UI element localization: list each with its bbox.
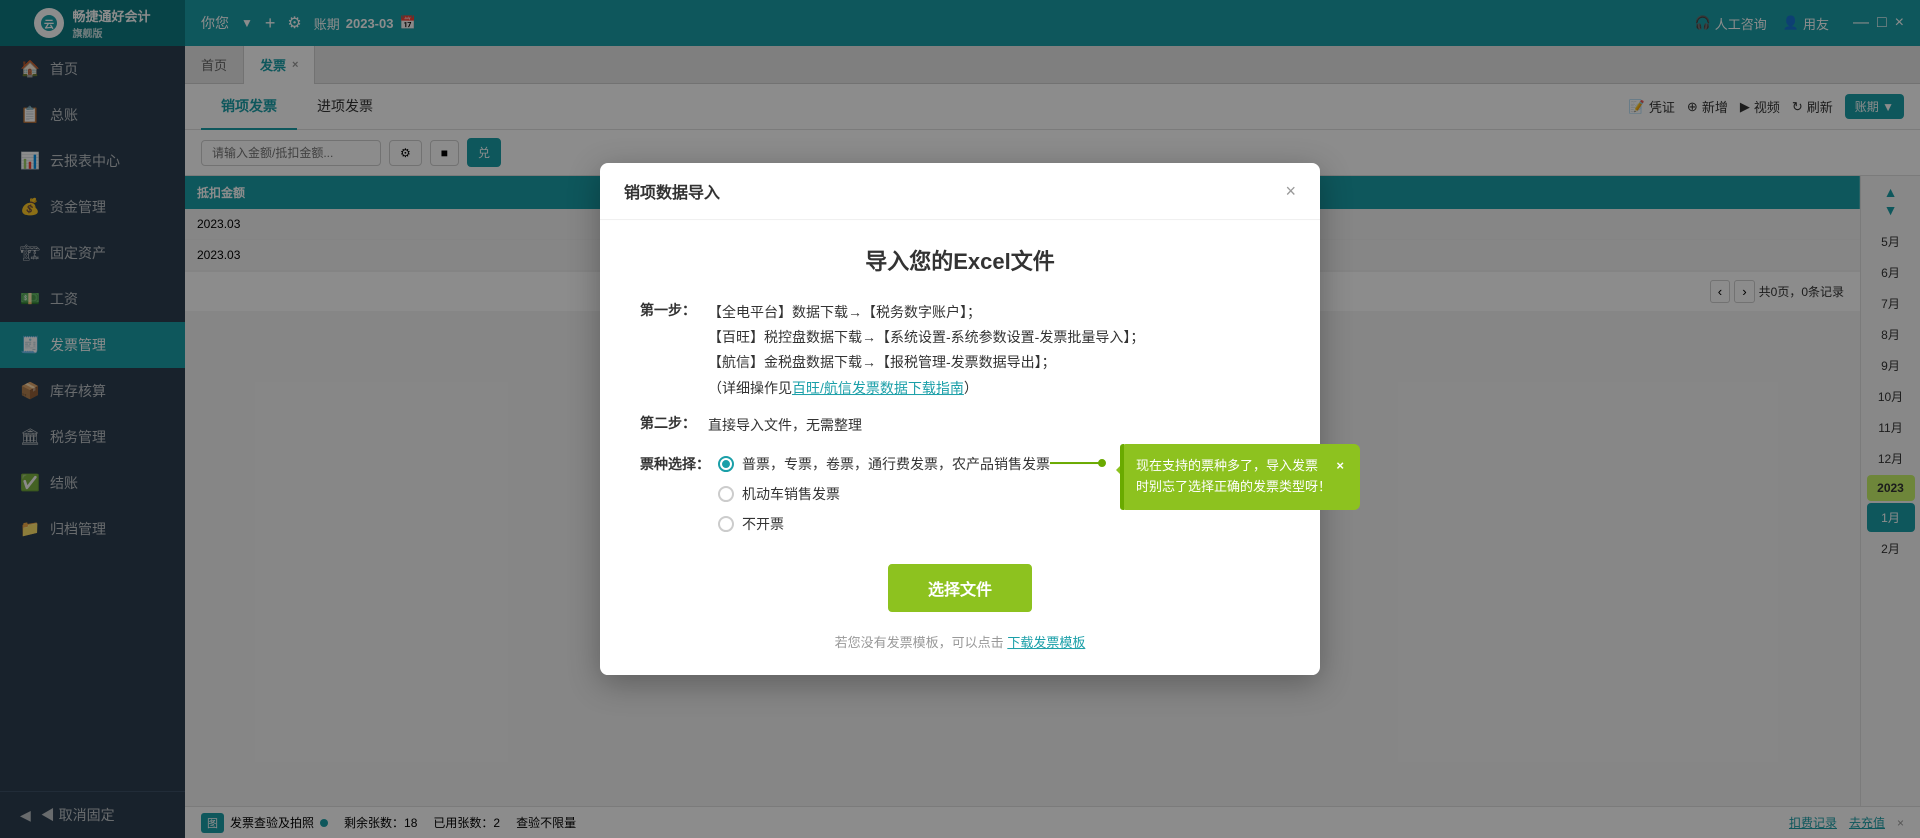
radio-circle-1: [718, 456, 734, 472]
step2-content: 直接导入文件，无需整理: [708, 413, 862, 438]
radio-label-3: 不开票: [742, 514, 784, 534]
tooltip-close[interactable]: ×: [1336, 456, 1344, 477]
modal-dialog: 销项数据导入 × 导入您的Excel文件 第一步： 【全电平台】数据下载→【税务…: [600, 163, 1320, 675]
tooltip-bubble: × 现在支持的票种多了，导入发票时别忘了选择正确的发票类型呀！: [1120, 444, 1360, 510]
radio-circle-3: [718, 516, 734, 532]
step1-row: 第一步： 【全电平台】数据下载→【税务数字账户】； 【百旺】税控盘数据下载→【系…: [640, 300, 1280, 401]
ticket-label: 票种选择：: [640, 454, 710, 474]
step1-content: 【全电平台】数据下载→【税务数字账户】； 【百旺】税控盘数据下载→【系统设置-系…: [708, 300, 1144, 401]
step2-label: 第二步：: [640, 413, 700, 438]
ticket-section: 票种选择： 普票，专票，卷票，通行费发票，农产品销售发票 机动车销售发票: [640, 454, 1280, 544]
modal-header: 销项数据导入 ×: [600, 163, 1320, 220]
step1-line2: 【百旺】税控盘数据下载→【系统设置-系统参数设置-发票批量导入】；: [708, 325, 1144, 350]
step1-line3: 【航信】金税盘数据下载→【报税管理-发票数据导出】；: [708, 350, 1144, 375]
guide-link[interactable]: 百旺/航信发票数据下载指南: [792, 380, 964, 396]
modal-footer: 若您没有发票模板，可以点击 下载发票模板: [640, 632, 1280, 651]
radio-option-3[interactable]: 不开票: [718, 514, 1050, 534]
step1-line4: （详细操作见百旺/航信发票数据下载指南）: [708, 376, 1144, 401]
modal-title: 销项数据导入: [624, 179, 720, 203]
modal-close-button[interactable]: ×: [1285, 181, 1296, 202]
radio-option-2[interactable]: 机动车销售发票: [718, 484, 1050, 504]
step1-line1: 【全电平台】数据下载→【税务数字账户】；: [708, 300, 1144, 325]
modal-body: 导入您的Excel文件 第一步： 【全电平台】数据下载→【税务数字账户】； 【百…: [600, 220, 1320, 675]
tooltip-text: 现在支持的票种多了，导入发票时别忘了选择正确的发票类型呀！: [1136, 458, 1331, 494]
select-file-button[interactable]: 选择文件: [888, 564, 1032, 612]
download-template-link[interactable]: 下载发票模板: [1007, 635, 1085, 650]
modal-main-title: 导入您的Excel文件: [640, 244, 1280, 276]
radio-label-2: 机动车销售发票: [742, 484, 840, 504]
radio-label-1: 普票，专票，卷票，通行费发票，农产品销售发票: [742, 454, 1050, 474]
radio-option-1[interactable]: 普票，专票，卷票，通行费发票，农产品销售发票: [718, 454, 1050, 474]
step2-row: 第二步： 直接导入文件，无需整理: [640, 413, 1280, 438]
radio-circle-2: [718, 486, 734, 502]
step1-label: 第一步：: [640, 300, 700, 401]
